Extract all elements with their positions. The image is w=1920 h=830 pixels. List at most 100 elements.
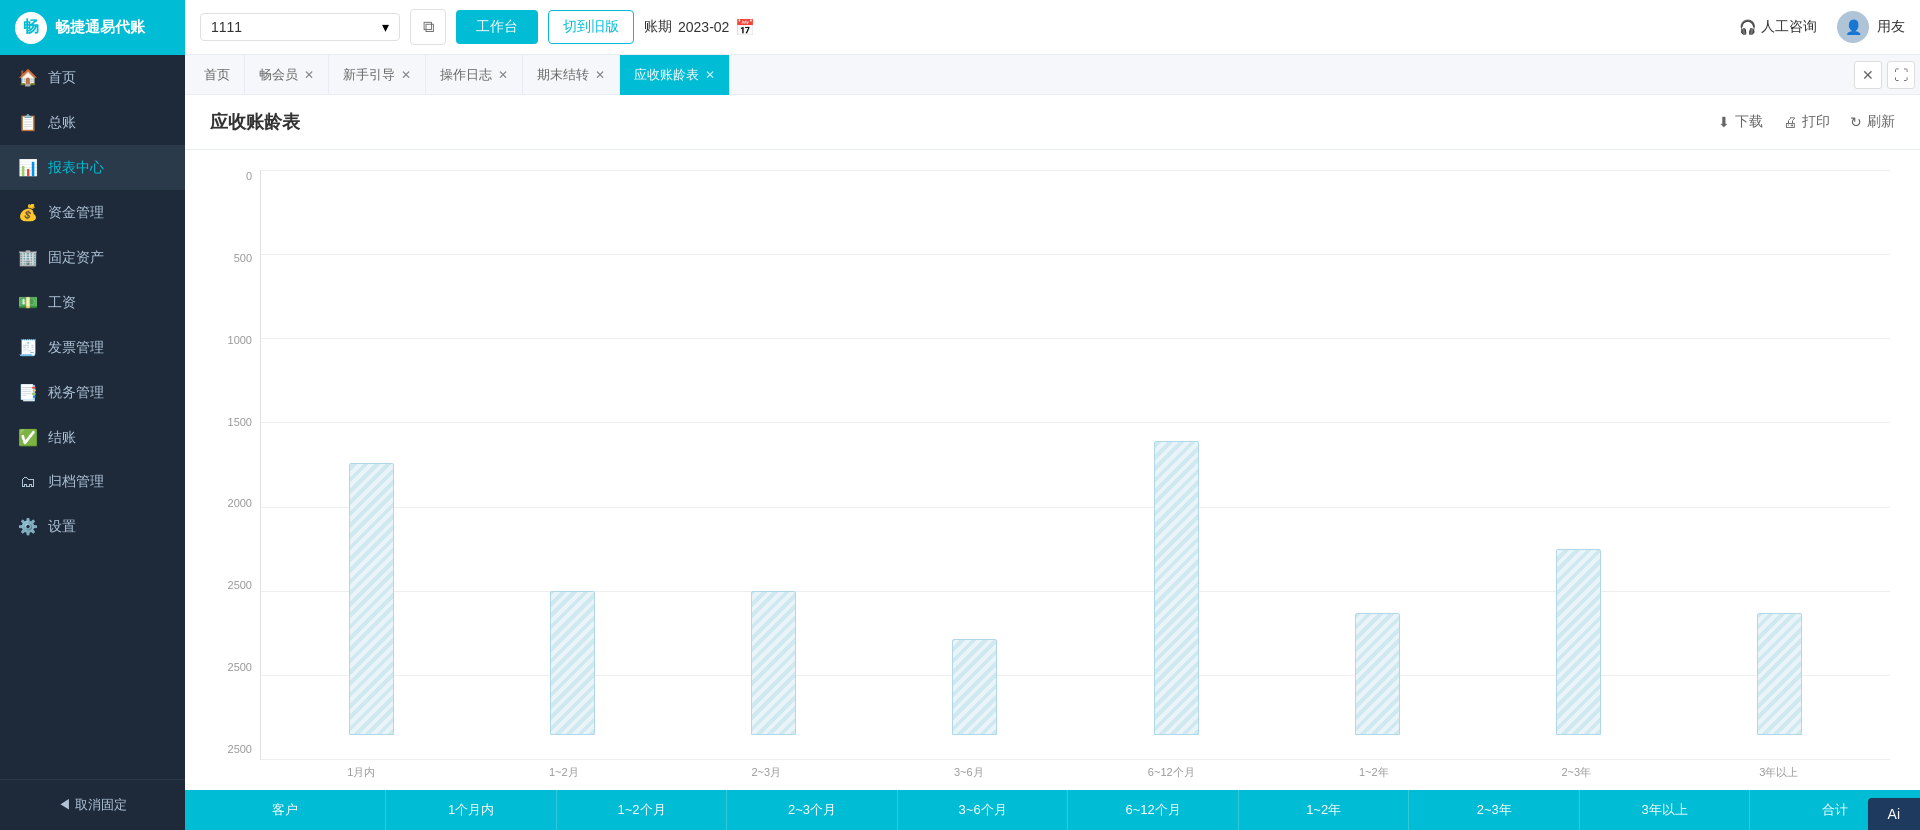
action-打印[interactable]: 🖨打印	[1783, 113, 1830, 131]
x-label: 2~3月	[665, 765, 868, 780]
table-header-cell: 3年以上	[1580, 790, 1751, 830]
y-label: 1500	[215, 416, 252, 428]
switch-version-button[interactable]: 切到旧版	[548, 10, 634, 44]
ai-badge[interactable]: Ai	[1868, 798, 1920, 830]
tab-close-icon[interactable]: ✕	[595, 68, 605, 82]
nav-icon: ⚙️	[18, 517, 38, 536]
tab-close-icon[interactable]: ✕	[401, 68, 411, 82]
tab-首页[interactable]: 首页	[190, 55, 245, 95]
sidebar-item-发票管理[interactable]: 🧾 发票管理	[0, 325, 185, 370]
action-label: 下载	[1735, 113, 1763, 131]
sidebar-item-label: 资金管理	[48, 204, 104, 222]
y-axis: 2500250025002000150010005000	[215, 170, 260, 780]
topbar-right: 🎧 人工咨询 👤 用友	[1739, 11, 1905, 43]
sidebar: 畅 畅捷通易代账 🏠 首页 📋 总账 📊 报表中心 💰 资金管理 🏢 固定资产 …	[0, 0, 185, 830]
bar	[349, 463, 394, 735]
content-area: 应收账龄表 ⬇下载🖨打印↻刷新 250025002500200015001000…	[185, 95, 1920, 830]
bar-group	[874, 639, 1075, 735]
bar-group	[1679, 613, 1880, 735]
sidebar-item-label: 归档管理	[48, 473, 104, 491]
sidebar-item-固定资产[interactable]: 🏢 固定资产	[0, 235, 185, 280]
table-header-cell: 2~3个月	[727, 790, 898, 830]
tab-新手引导[interactable]: 新手引导✕	[329, 55, 426, 95]
sidebar-item-设置[interactable]: ⚙️ 设置	[0, 504, 185, 549]
logo-text: 畅捷通易代账	[55, 18, 145, 37]
calendar-icon[interactable]: 📅	[735, 18, 755, 37]
tab-close-icon[interactable]: ✕	[304, 68, 314, 82]
tab-label: 期末结转	[537, 66, 589, 84]
action-icon: ⬇	[1718, 114, 1730, 130]
period-value: 2023-02	[678, 19, 729, 35]
tab-畅会员[interactable]: 畅会员✕	[245, 55, 329, 95]
tab-操作日志[interactable]: 操作日志 ✕	[426, 55, 523, 95]
table-header-cell: 客户	[185, 790, 386, 830]
table-header: 客户1个月内1~2个月2~3个月3~6个月6~12个月1~2年2~3年3年以上合…	[185, 790, 1920, 830]
grid-lines	[260, 170, 1890, 760]
chart-container: 2500250025002000150010005000 1月内1~2月2~3月…	[185, 150, 1920, 790]
action-下载[interactable]: ⬇ 下载	[1718, 113, 1763, 131]
tab-期末结转[interactable]: 期末结转 ✕	[523, 55, 620, 95]
grid-line	[261, 759, 1890, 760]
header-actions: ⬇ 下载 🖨打印 ↻刷新	[1718, 113, 1895, 131]
bar	[550, 591, 595, 735]
sidebar-item-税务管理[interactable]: 📑 税务管理	[0, 370, 185, 415]
headset-icon: 🎧	[1739, 19, 1756, 35]
period-label: 账期	[644, 18, 672, 36]
x-label: 3~6月	[868, 765, 1071, 780]
close-tab-button[interactable]: ✕	[1854, 61, 1882, 89]
sidebar-item-结账[interactable]: ✅ 结账	[0, 415, 185, 460]
tab-close-icon[interactable]: ✕	[498, 68, 508, 82]
action-icon: ↻	[1850, 114, 1862, 130]
workbench-button[interactable]: 工作台	[456, 10, 538, 44]
y-label: 2500	[215, 661, 252, 673]
tabs-container: 首页畅会员✕新手引导✕ 操作日志 ✕ 期末结转 ✕ 应收账龄表 ✕	[190, 55, 1854, 95]
action-刷新[interactable]: ↻刷新	[1850, 113, 1895, 131]
period-info: 账期 2023-02 📅	[644, 18, 755, 37]
sidebar-item-label: 结账	[48, 429, 76, 447]
tab-close-icon[interactable]: ✕	[705, 68, 715, 82]
bar	[1556, 549, 1601, 735]
x-label: 1~2年	[1273, 765, 1476, 780]
nav-icon: 📑	[18, 383, 38, 402]
bar	[1154, 441, 1199, 735]
sidebar-item-首页[interactable]: 🏠 首页	[0, 55, 185, 100]
consultation-label: 人工咨询	[1761, 18, 1817, 36]
bar-group	[673, 591, 874, 735]
bar	[952, 639, 997, 735]
bar-group	[1478, 549, 1679, 735]
logo-icon: 畅	[15, 12, 47, 44]
tab-label: 操作日志	[440, 66, 492, 84]
sidebar-item-归档管理[interactable]: 🗂 归档管理	[0, 460, 185, 504]
topbar: 1111 ▾ ⧉ 工作台 切到旧版 账期 2023-02 📅 🎧 人工咨询 👤 …	[185, 0, 1920, 55]
sidebar-item-label: 固定资产	[48, 249, 104, 267]
nav-icon: 💰	[18, 203, 38, 222]
expand-tab-button[interactable]: ⛶	[1887, 61, 1915, 89]
sidebar-item-资金管理[interactable]: 💰 资金管理	[0, 190, 185, 235]
y-label: 500	[215, 252, 252, 264]
user-info[interactable]: 👤 用友	[1837, 11, 1905, 43]
tab-应收账龄表[interactable]: 应收账龄表 ✕	[620, 55, 730, 95]
x-label: 6~12个月	[1070, 765, 1273, 780]
table-header-cell: 1~2个月	[557, 790, 728, 830]
tabs-bar: 首页畅会员✕新手引导✕ 操作日志 ✕ 期末结转 ✕ 应收账龄表 ✕ ✕ ⛶	[185, 55, 1920, 95]
table-header-cell: 2~3年	[1409, 790, 1580, 830]
consultation-button[interactable]: 🎧 人工咨询	[1739, 18, 1817, 36]
sidebar-item-总账[interactable]: 📋 总账	[0, 100, 185, 145]
bar-group	[472, 591, 673, 735]
cancel-pin-button[interactable]: ◀ 取消固定	[0, 788, 185, 822]
tab-label: 应收账龄表	[634, 66, 699, 84]
sidebar-item-label: 设置	[48, 518, 76, 536]
bar	[1757, 613, 1802, 735]
sidebar-item-label: 报表中心	[48, 159, 104, 177]
sidebar-nav: 🏠 首页 📋 总账 📊 报表中心 💰 资金管理 🏢 固定资产 💵 工资 🧾 发票…	[0, 55, 185, 779]
sidebar-item-label: 税务管理	[48, 384, 104, 402]
company-selector[interactable]: 1111 ▾	[200, 13, 400, 41]
page-header: 应收账龄表 ⬇下载🖨打印↻刷新	[185, 95, 1920, 150]
sidebar-item-label: 工资	[48, 294, 76, 312]
table-header-cell: 6~12个月	[1068, 790, 1239, 830]
copy-icon-button[interactable]: ⧉	[410, 9, 446, 45]
sidebar-item-报表中心[interactable]: 📊 报表中心	[0, 145, 185, 190]
main-content: 1111 ▾ ⧉ 工作台 切到旧版 账期 2023-02 📅 🎧 人工咨询 👤 …	[185, 0, 1920, 830]
y-label: 2500	[215, 743, 252, 755]
sidebar-item-工资[interactable]: 💵 工资	[0, 280, 185, 325]
